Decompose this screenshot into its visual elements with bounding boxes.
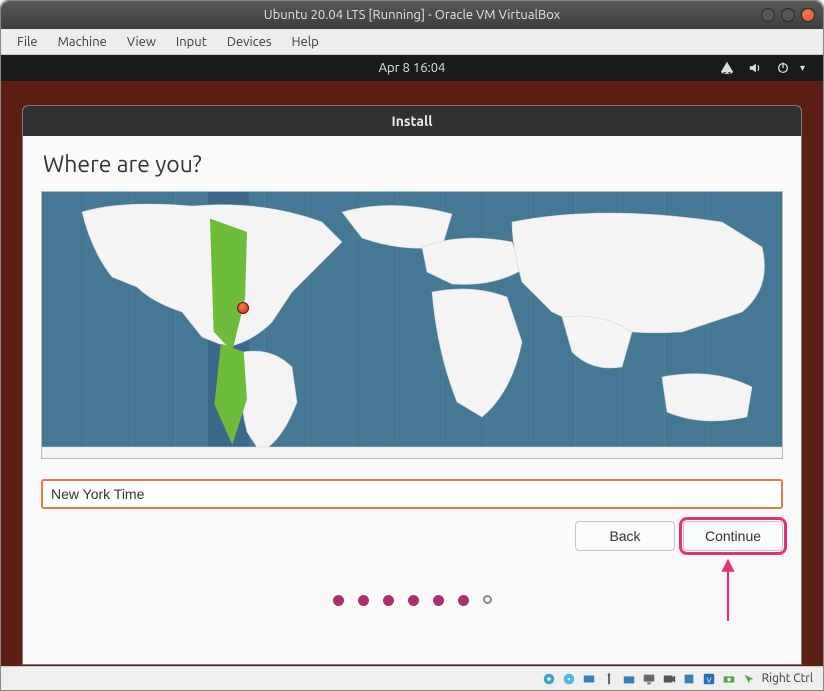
menu-help[interactable]: Help	[284, 32, 327, 52]
vb-statusbar: V Right Ctrl	[1, 666, 823, 690]
titlebar: Ubuntu 20.04 LTS [Running] - Oracle VM V…	[1, 1, 823, 29]
chevron-down-icon: ▾	[800, 62, 805, 74]
network-icon[interactable]	[720, 61, 734, 75]
window-controls	[761, 8, 815, 22]
pager-dot-7	[483, 595, 492, 604]
display-icon[interactable]	[642, 672, 656, 686]
guest-clock: Apr 8 16:04	[379, 61, 446, 75]
menu-file[interactable]: File	[9, 32, 46, 52]
button-row: Back Continue	[41, 521, 783, 551]
mouse-integration-icon[interactable]	[742, 672, 756, 686]
pager-dot-1	[333, 595, 344, 606]
optical-icon[interactable]	[562, 672, 576, 686]
maximize-button[interactable]	[781, 8, 795, 22]
menu-devices[interactable]: Devices	[219, 32, 280, 52]
world-map-svg	[42, 192, 783, 459]
host-key-label: Right Ctrl	[762, 672, 813, 685]
guest-top-bar: Apr 8 16:04 ▾	[1, 55, 823, 81]
system-tray[interactable]: ▾	[720, 61, 805, 75]
timezone-input[interactable]	[41, 479, 783, 509]
svg-text:V: V	[706, 676, 711, 684]
power-icon[interactable]	[776, 61, 790, 75]
continue-button[interactable]: Continue	[683, 521, 783, 551]
menu-view[interactable]: View	[119, 32, 164, 52]
close-button[interactable]	[801, 8, 815, 22]
vbox-icon[interactable]: V	[702, 672, 716, 686]
virtualbox-window: Ubuntu 20.04 LTS [Running] - Oracle VM V…	[0, 0, 824, 691]
installer-window: Install Where are you?	[22, 105, 802, 665]
installer-title: Install	[392, 113, 433, 129]
shared-folder-icon[interactable]	[622, 672, 636, 686]
back-button[interactable]: Back	[575, 521, 675, 551]
menu-input[interactable]: Input	[168, 32, 215, 52]
guest-desktop: Install Where are you?	[1, 81, 823, 666]
cpu-icon[interactable]	[682, 672, 696, 686]
camera-icon[interactable]	[722, 672, 736, 686]
page-heading: Where are you?	[43, 152, 783, 177]
pager-dot-2	[358, 595, 369, 606]
installer-body: Where are you?	[23, 136, 801, 664]
location-pin	[237, 302, 249, 314]
pager-dot-4	[408, 595, 419, 606]
pager-dot-6	[458, 595, 469, 606]
pager	[41, 595, 783, 606]
minimize-button[interactable]	[761, 8, 775, 22]
pager-dot-3	[383, 595, 394, 606]
disk-icon[interactable]	[542, 672, 556, 686]
menubar: File Machine View Input Devices Help	[1, 29, 823, 55]
pager-dot-5	[433, 595, 444, 606]
usb-icon[interactable]	[602, 672, 616, 686]
window-title: Ubuntu 20.04 LTS [Running] - Oracle VM V…	[264, 8, 561, 22]
network-status-icon[interactable]	[582, 672, 596, 686]
record-icon[interactable]	[662, 672, 676, 686]
menu-machine[interactable]: Machine	[50, 32, 115, 52]
timezone-map[interactable]	[41, 191, 783, 459]
sound-icon[interactable]	[748, 61, 762, 75]
installer-titlebar: Install	[23, 106, 801, 136]
